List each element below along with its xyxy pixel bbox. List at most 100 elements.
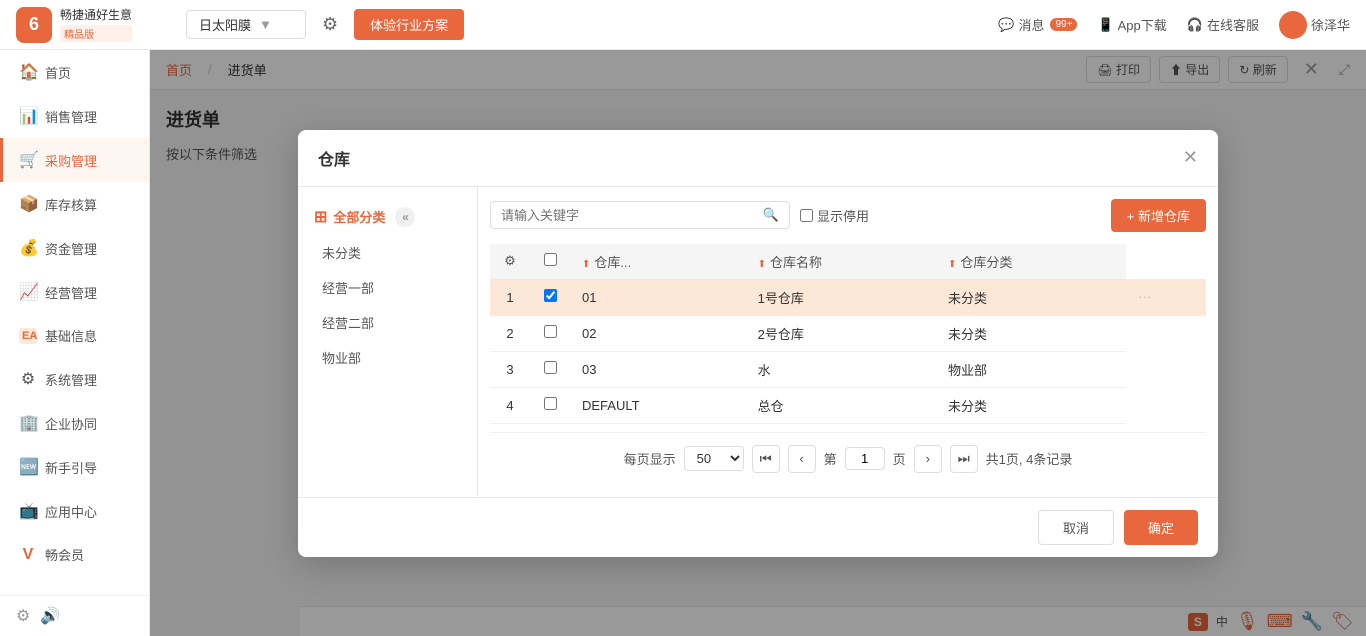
th-settings[interactable]: ⚙ (490, 244, 530, 280)
sidebar-item-inventory[interactable]: 📦 库存核算 (0, 182, 149, 226)
logo-area: 6 畅捷通好生意 精品版 (16, 7, 166, 43)
sidebar-item-sales[interactable]: 📊 销售管理 (0, 94, 149, 138)
cell-category: 未分类 (936, 315, 1126, 351)
message-item[interactable]: 💬 消息 99+ (998, 15, 1077, 34)
prev-page-btn[interactable]: ‹ (788, 445, 816, 473)
row-checkbox[interactable] (544, 325, 557, 338)
top-header: 6 畅捷通好生意 精品版 日太阳膜 ▼ ⚙ 体验行业方案 💬 消息 99+ 📱 … (0, 0, 1366, 50)
search-icon[interactable]: 🔍 (763, 207, 779, 223)
page-number-input[interactable] (845, 447, 885, 470)
category-item-unclassified[interactable]: 未分类 (298, 235, 477, 270)
bottom-settings-icon[interactable]: ⚙ (16, 606, 30, 626)
sidebar-item-guide[interactable]: 🆕 新手引导 (0, 445, 149, 489)
enterprise-icon: 🏢 (19, 413, 37, 433)
th-code[interactable]: ⬆仓库... (570, 244, 746, 280)
sidebar-item-vip[interactable]: V 畅会员 (0, 533, 149, 576)
bottom-speaker-icon[interactable]: 🔊 (40, 606, 60, 626)
logo-name: 畅捷通好生意 (60, 7, 132, 24)
headset-icon: 🎧 (1187, 17, 1203, 33)
store-arrow-icon: ▼ (259, 17, 272, 32)
user-profile[interactable]: 徐泽华 (1279, 11, 1350, 39)
home-icon: 🏠 (19, 62, 37, 82)
sidebar-label-system: 系统管理 (45, 370, 97, 389)
phone-icon: 📱 (1097, 17, 1113, 33)
app-download-item[interactable]: 📱 App下载 (1097, 15, 1166, 34)
store-selector[interactable]: 日太阳膜 ▼ (186, 10, 306, 39)
first-page-btn[interactable]: ⏮ (752, 445, 780, 473)
table-body: 1 01 1号仓库 未分类 ··· 2 02 2号仓库 未分类 3 03 水 物… (490, 279, 1206, 423)
sidebar-label-guide: 新手引导 (45, 458, 97, 477)
sidebar-label-sales: 销售管理 (45, 107, 97, 126)
cell-checkbox[interactable] (530, 315, 570, 351)
cell-actions[interactable]: ··· (1126, 279, 1206, 315)
category-item-ops2[interactable]: 经营二部 (298, 305, 477, 340)
sidebar-item-enterprise[interactable]: 🏢 企业协同 (0, 401, 149, 445)
sidebar: 🏠 首页 📊 销售管理 🛒 采购管理 📦 库存核算 💰 资金管理 📈 经营管理 … (0, 50, 150, 636)
settings-icon[interactable]: ⚙ (322, 14, 338, 35)
more-actions-icon[interactable]: ··· (1138, 289, 1151, 304)
th-checkbox (530, 244, 570, 280)
inventory-icon: 📦 (19, 194, 37, 214)
cell-no: 3 (490, 351, 530, 387)
row-checkbox[interactable] (544, 397, 557, 410)
select-all-checkbox[interactable] (544, 253, 557, 266)
trial-button[interactable]: 体验行业方案 (354, 9, 464, 40)
sales-icon: 📊 (19, 106, 37, 126)
row-checkbox[interactable] (544, 289, 557, 302)
header-right: 💬 消息 99+ 📱 App下载 🎧 在线客服 徐泽华 (998, 11, 1350, 39)
sidebar-item-appcenter[interactable]: 📺 应用中心 (0, 489, 149, 533)
sidebar-item-purchase[interactable]: 🛒 采购管理 (0, 138, 149, 182)
cell-checkbox[interactable] (530, 387, 570, 423)
table-row[interactable]: 4 DEFAULT 总仓 未分类 (490, 387, 1206, 423)
app-download-label: App下载 (1118, 15, 1167, 34)
table-row[interactable]: 3 03 水 物业部 (490, 351, 1206, 387)
row-checkbox[interactable] (544, 361, 557, 374)
sort-icon-category: ⬆ (948, 259, 956, 270)
th-name[interactable]: ⬆仓库名称 (746, 244, 936, 280)
store-name: 日太阳膜 (199, 15, 251, 34)
finance-icon: 💰 (19, 238, 37, 258)
table-row[interactable]: 1 01 1号仓库 未分类 ··· (490, 279, 1206, 315)
sidebar-label-home: 首页 (45, 63, 71, 82)
modal-header: 仓库 ✕ (298, 130, 1218, 187)
show-disabled-checkbox[interactable] (800, 209, 813, 222)
sidebar-item-basic[interactable]: EA 基础信息 (0, 314, 149, 357)
cell-category: 物业部 (936, 351, 1126, 387)
search-input[interactable] (501, 208, 759, 223)
message-icon: 💬 (998, 17, 1014, 33)
page-size-select[interactable]: 50 100 200 (684, 446, 744, 471)
pagination: 每页显示 50 100 200 ⏮ ‹ 第 页 › (490, 432, 1206, 485)
table-row[interactable]: 2 02 2号仓库 未分类 (490, 315, 1206, 351)
category-item-ops1[interactable]: 经营一部 (298, 270, 477, 305)
logo-tag: 精品版 (60, 25, 132, 42)
sidebar-item-system[interactable]: ⚙ 系统管理 (0, 357, 149, 401)
sidebar-label-enterprise: 企业协同 (45, 414, 97, 433)
category-all[interactable]: ⊞ 全部分类 « (298, 199, 477, 235)
table-header: ⚙ ⬆仓库... (490, 244, 1206, 280)
category-item-property[interactable]: 物业部 (298, 340, 477, 375)
add-warehouse-button[interactable]: + 新增仓库 (1111, 199, 1206, 232)
column-settings-icon[interactable]: ⚙ (504, 253, 516, 268)
toolbar: 🔍 显示停用 + 新增仓库 (490, 199, 1206, 232)
collapse-button[interactable]: « (395, 207, 415, 227)
online-service-label: 在线客服 (1207, 15, 1259, 34)
last-page-btn[interactable]: ⏭ (950, 445, 978, 473)
cell-checkbox[interactable] (530, 279, 570, 315)
next-page-btn[interactable]: › (914, 445, 942, 473)
warehouse-modal: 仓库 ✕ ⊞ 全部分类 « 未分类 经营一部 经营二部 (298, 130, 1218, 557)
online-service-item[interactable]: 🎧 在线客服 (1187, 15, 1259, 34)
sidebar-label-appcenter: 应用中心 (45, 502, 97, 521)
sidebar-item-finance[interactable]: 💰 资金管理 (0, 226, 149, 270)
avatar (1279, 11, 1307, 39)
confirm-button[interactable]: 确定 (1124, 510, 1198, 545)
show-disabled-label[interactable]: 显示停用 (800, 206, 869, 225)
cancel-button[interactable]: 取消 (1038, 510, 1114, 545)
sidebar-item-home[interactable]: 🏠 首页 (0, 50, 149, 94)
modal-close-icon[interactable]: ✕ (1183, 147, 1198, 168)
th-category[interactable]: ⬆仓库分类 (936, 244, 1126, 280)
sort-icon-name: ⬆ (758, 259, 766, 270)
cell-checkbox[interactable] (530, 351, 570, 387)
category-panel: ⊞ 全部分类 « 未分类 经营一部 经营二部 物业部 (298, 187, 478, 497)
sidebar-item-operations[interactable]: 📈 经营管理 (0, 270, 149, 314)
content-area: 首页 / 进货单 🖨 打印 ⬆ 导出 ↻ 刷新 ✕ ⤢ 进货单 按以下条件筛选 … (150, 50, 1366, 636)
